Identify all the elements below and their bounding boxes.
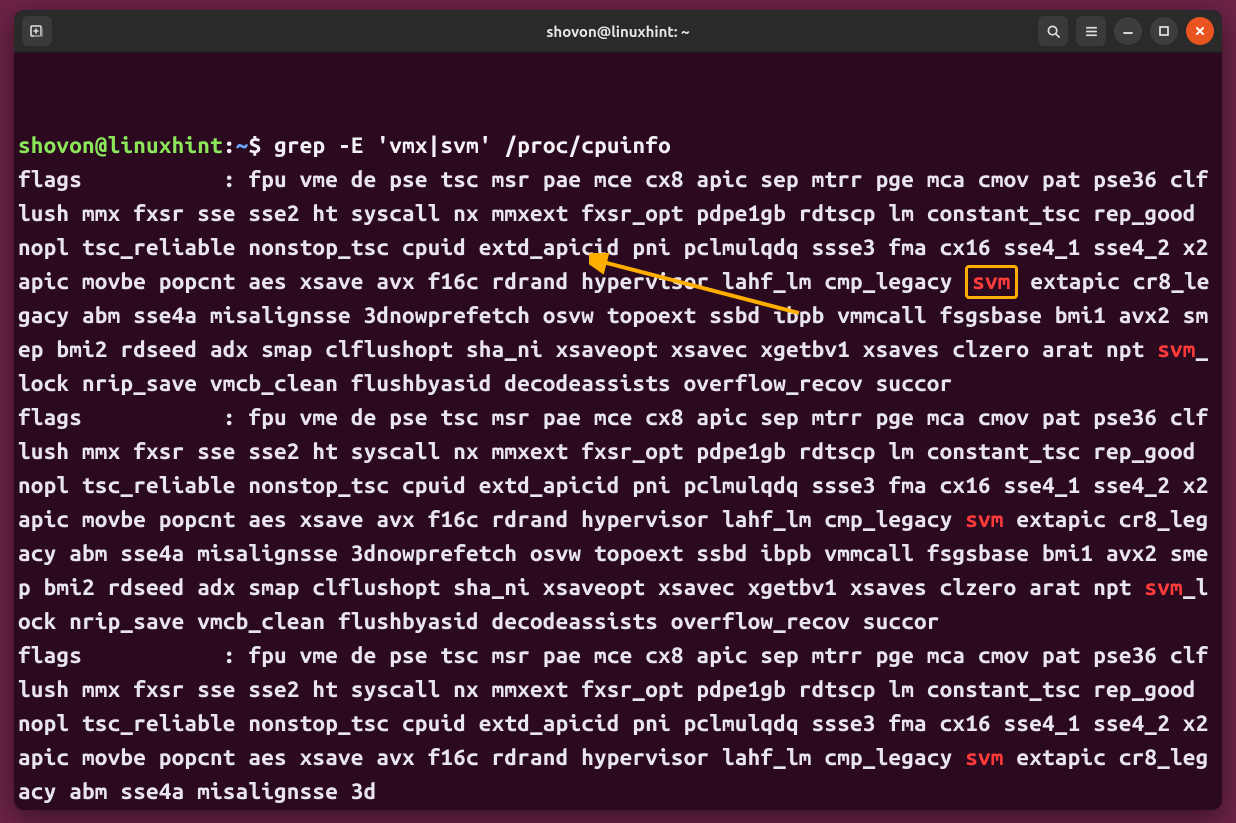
svm-highlight: svm (965, 507, 1003, 532)
prompt-path: ~ (236, 133, 249, 158)
svm-highlight: svm (1157, 337, 1195, 362)
minimize-button[interactable] (1114, 17, 1142, 45)
titlebar: shovon@linuxhint: ~ (14, 10, 1222, 53)
prompt-dollar: $ (248, 133, 261, 158)
svm-highlight-boxed: svm (965, 265, 1017, 299)
minimize-icon (1121, 24, 1135, 38)
terminal-window: shovon@linuxhint: ~ (14, 10, 1222, 810)
maximize-icon (1157, 24, 1171, 38)
flags-label: flags (18, 643, 82, 668)
new-tab-button[interactable] (22, 16, 52, 46)
maximize-button[interactable] (1150, 17, 1178, 45)
search-icon (1046, 24, 1061, 39)
close-button[interactable] (1186, 17, 1214, 45)
search-button[interactable] (1038, 16, 1068, 46)
hamburger-menu-icon (1084, 24, 1099, 39)
new-tab-icon (29, 23, 45, 39)
command-text: grep -E 'vmx|svm' /proc/cpuinfo (274, 133, 671, 158)
flags-label: flags (18, 167, 82, 192)
prompt-user-host: shovon@linuxhint (18, 133, 223, 158)
flags-label: flags (18, 405, 82, 430)
svm-highlight: svm (965, 745, 1003, 770)
terminal-body[interactable]: shovon@linuxhint:~$ grep -E 'vmx|svm' /p… (14, 53, 1222, 810)
terminal-output: shovon@linuxhint:~$ grep -E 'vmx|svm' /p… (14, 129, 1222, 809)
svm-highlight: svm (1144, 575, 1182, 600)
close-icon (1193, 24, 1207, 38)
menu-button[interactable] (1076, 16, 1106, 46)
prompt-colon: : (223, 133, 236, 158)
